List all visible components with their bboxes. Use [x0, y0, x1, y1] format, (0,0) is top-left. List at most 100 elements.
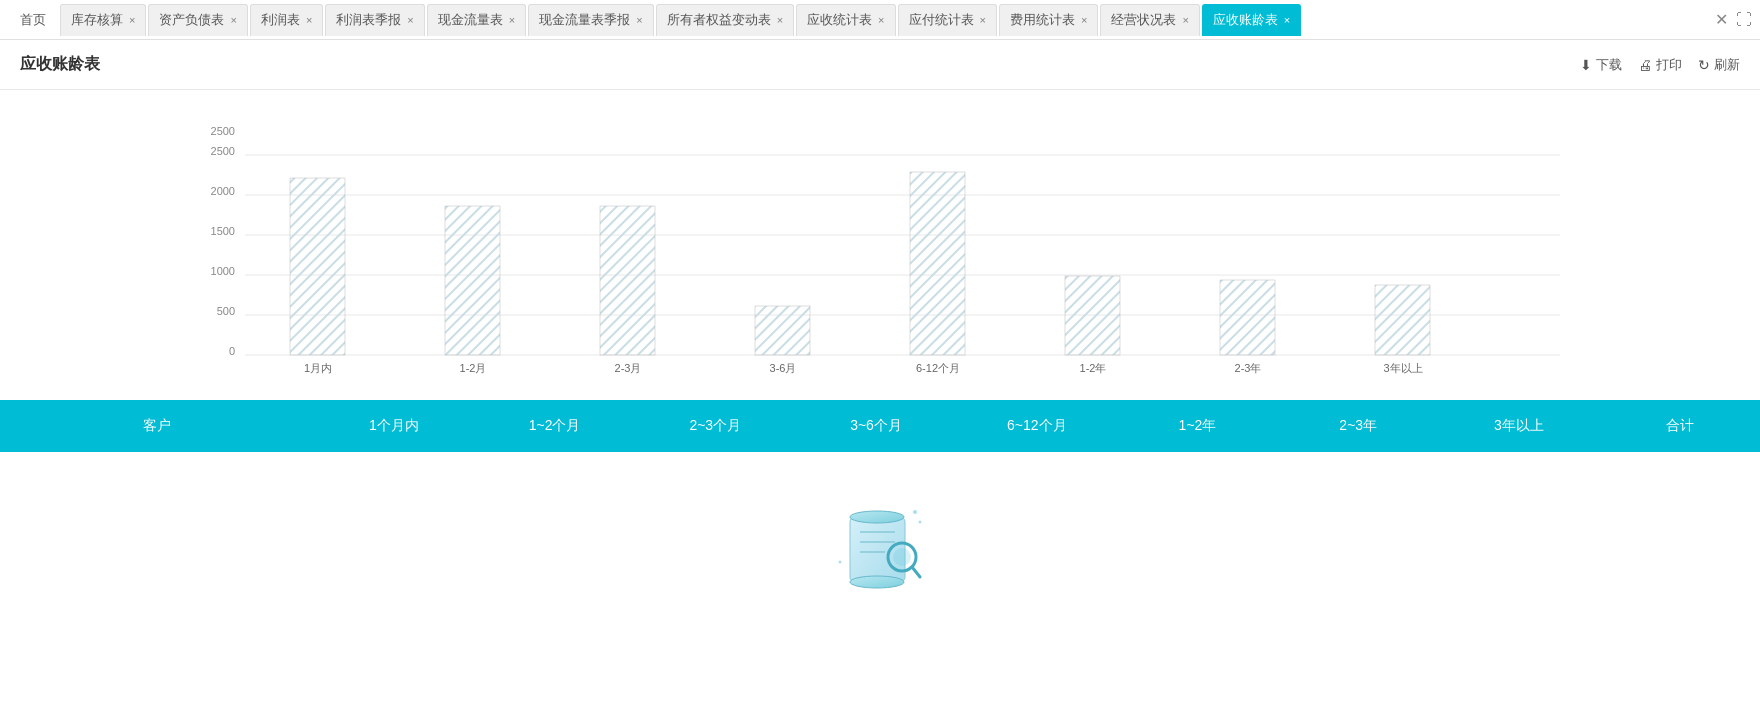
svg-text:500: 500 [217, 305, 235, 317]
tab-cashflow-close[interactable]: × [509, 14, 515, 26]
tab-aging[interactable]: 应收账龄表 × [1202, 4, 1301, 36]
tab-cashflow-quarterly-close[interactable]: × [636, 14, 642, 26]
bar-year2-3 [1220, 280, 1275, 355]
bar-month1 [290, 178, 345, 355]
svg-point-33 [839, 561, 842, 564]
col-header-month1-2: 1~2个月 [474, 417, 635, 435]
tab-balance-close[interactable]: × [230, 14, 236, 26]
svg-text:3年以上: 3年以上 [1383, 362, 1422, 374]
tab-operation-label: 经营状况表 [1111, 11, 1176, 29]
print-button[interactable]: 🖨 打印 [1638, 56, 1682, 74]
bar-month3-6 [755, 306, 810, 355]
svg-text:2000: 2000 [211, 185, 235, 197]
main-content: 0 500 1000 1500 2000 2500 2500 1月内 [0, 90, 1760, 720]
table-body [0, 452, 1760, 612]
tab-bar-actions: ✕ ⛶ [1715, 10, 1752, 29]
tab-receivable-stat-close[interactable]: × [878, 14, 884, 26]
col-header-month2-3: 2~3个月 [635, 417, 796, 435]
svg-text:3-6月: 3-6月 [770, 362, 797, 374]
svg-point-27 [850, 576, 904, 588]
tab-receivable-stat[interactable]: 应收统计表 × [796, 4, 895, 36]
bar-year1-2 [1065, 276, 1120, 355]
page-title: 应收账龄表 [20, 54, 100, 75]
col-header-year1-2: 1~2年 [1117, 417, 1278, 435]
tab-payable-stat[interactable]: 应付统计表 × [898, 4, 997, 36]
download-icon: ⬇ [1580, 57, 1592, 73]
download-label: 下载 [1596, 56, 1622, 74]
tab-cashflow[interactable]: 现金流量表 × [427, 4, 526, 36]
svg-text:2500: 2500 [211, 125, 235, 137]
tab-aging-label: 应收账龄表 [1213, 11, 1278, 29]
tab-profit-close[interactable]: × [306, 14, 312, 26]
tab-inventory[interactable]: 库存核算 × [60, 4, 146, 36]
svg-text:1-2月: 1-2月 [460, 362, 487, 374]
tab-payable-stat-close[interactable]: × [980, 14, 986, 26]
tab-operation-close[interactable]: × [1182, 14, 1188, 26]
svg-point-26 [850, 511, 904, 523]
tab-profit[interactable]: 利润表 × [250, 4, 323, 36]
tab-aging-close[interactable]: × [1284, 14, 1290, 26]
svg-text:2500: 2500 [211, 145, 235, 157]
svg-text:6-12个月: 6-12个月 [916, 362, 960, 374]
tab-balance[interactable]: 资产负债表 × [148, 4, 247, 36]
tab-expense-stat-label: 费用统计表 [1010, 11, 1075, 29]
tab-operation[interactable]: 经营状况表 × [1100, 4, 1199, 36]
tab-equity-label: 所有者权益变动表 [667, 11, 771, 29]
svg-rect-22 [850, 517, 905, 582]
window-close-icon[interactable]: ✕ [1715, 10, 1728, 29]
col-header-total: 合计 [1599, 417, 1760, 435]
col-header-month1: 1个月内 [313, 417, 474, 435]
svg-text:0: 0 [229, 345, 235, 357]
bar-month2-3 [600, 206, 655, 355]
svg-text:2-3年: 2-3年 [1235, 362, 1262, 374]
svg-text:1000: 1000 [211, 265, 235, 277]
tab-payable-stat-label: 应付统计表 [909, 11, 974, 29]
tab-expense-stat[interactable]: 费用统计表 × [999, 4, 1098, 36]
tab-cashflow-quarterly[interactable]: 现金流量表季报 × [528, 4, 653, 36]
table-header: 客户 1个月内 1~2个月 2~3个月 3~6个月 6~12个月 1~2年 2~… [0, 400, 1760, 452]
tab-expense-stat-close[interactable]: × [1081, 14, 1087, 26]
tab-home[interactable]: 首页 [8, 4, 58, 36]
chart-area: 0 500 1000 1500 2000 2500 2500 1月内 [0, 90, 1760, 400]
empty-state [810, 472, 950, 612]
bar-month1-2 [445, 206, 500, 355]
tab-cashflow-label: 现金流量表 [438, 11, 503, 29]
empty-illustration [830, 492, 930, 592]
tab-inventory-close[interactable]: × [129, 14, 135, 26]
svg-line-30 [912, 567, 920, 577]
svg-point-31 [913, 510, 917, 514]
svg-point-32 [919, 521, 922, 524]
tab-profit-quarterly-close[interactable]: × [407, 14, 413, 26]
bar-month6-12 [910, 172, 965, 355]
svg-text:1-2年: 1-2年 [1080, 362, 1107, 374]
refresh-icon: ↻ [1698, 57, 1710, 73]
svg-text:1月内: 1月内 [304, 362, 332, 374]
col-header-month6-12: 6~12个月 [956, 417, 1117, 435]
chart-container: 0 500 1000 1500 2000 2500 2500 1月内 [40, 110, 1720, 390]
chart-svg: 0 500 1000 1500 2000 2500 2500 1月内 [40, 110, 1720, 390]
bar-year3plus [1375, 285, 1430, 355]
tab-bar: 首页 库存核算 × 资产负债表 × 利润表 × 利润表季报 × 现金流量表 × … [0, 0, 1760, 40]
col-header-year3plus: 3年以上 [1439, 417, 1600, 435]
download-button[interactable]: ⬇ 下载 [1580, 56, 1622, 74]
tab-cashflow-quarterly-label: 现金流量表季报 [539, 11, 630, 29]
window-maximize-icon[interactable]: ⛶ [1736, 11, 1752, 29]
col-header-customer: 客户 [0, 417, 313, 435]
col-header-month3-6: 3~6个月 [796, 417, 957, 435]
tab-receivable-stat-label: 应收统计表 [807, 11, 872, 29]
col-header-year2-3: 2~3年 [1278, 417, 1439, 435]
header-actions: ⬇ 下载 🖨 打印 ↻ 刷新 [1580, 56, 1740, 74]
tab-profit-quarterly[interactable]: 利润表季报 × [325, 4, 424, 36]
print-icon: 🖨 [1638, 57, 1652, 73]
tab-balance-label: 资产负债表 [159, 11, 224, 29]
svg-text:1500: 1500 [211, 225, 235, 237]
tab-profit-label: 利润表 [261, 11, 300, 29]
tab-inventory-label: 库存核算 [71, 11, 123, 29]
tab-equity[interactable]: 所有者权益变动表 × [656, 4, 794, 36]
refresh-button[interactable]: ↻ 刷新 [1698, 56, 1740, 74]
svg-text:2-3月: 2-3月 [615, 362, 642, 374]
tab-equity-close[interactable]: × [777, 14, 783, 26]
print-label: 打印 [1656, 56, 1682, 74]
svg-point-29 [893, 548, 911, 566]
tab-profit-quarterly-label: 利润表季报 [336, 11, 401, 29]
